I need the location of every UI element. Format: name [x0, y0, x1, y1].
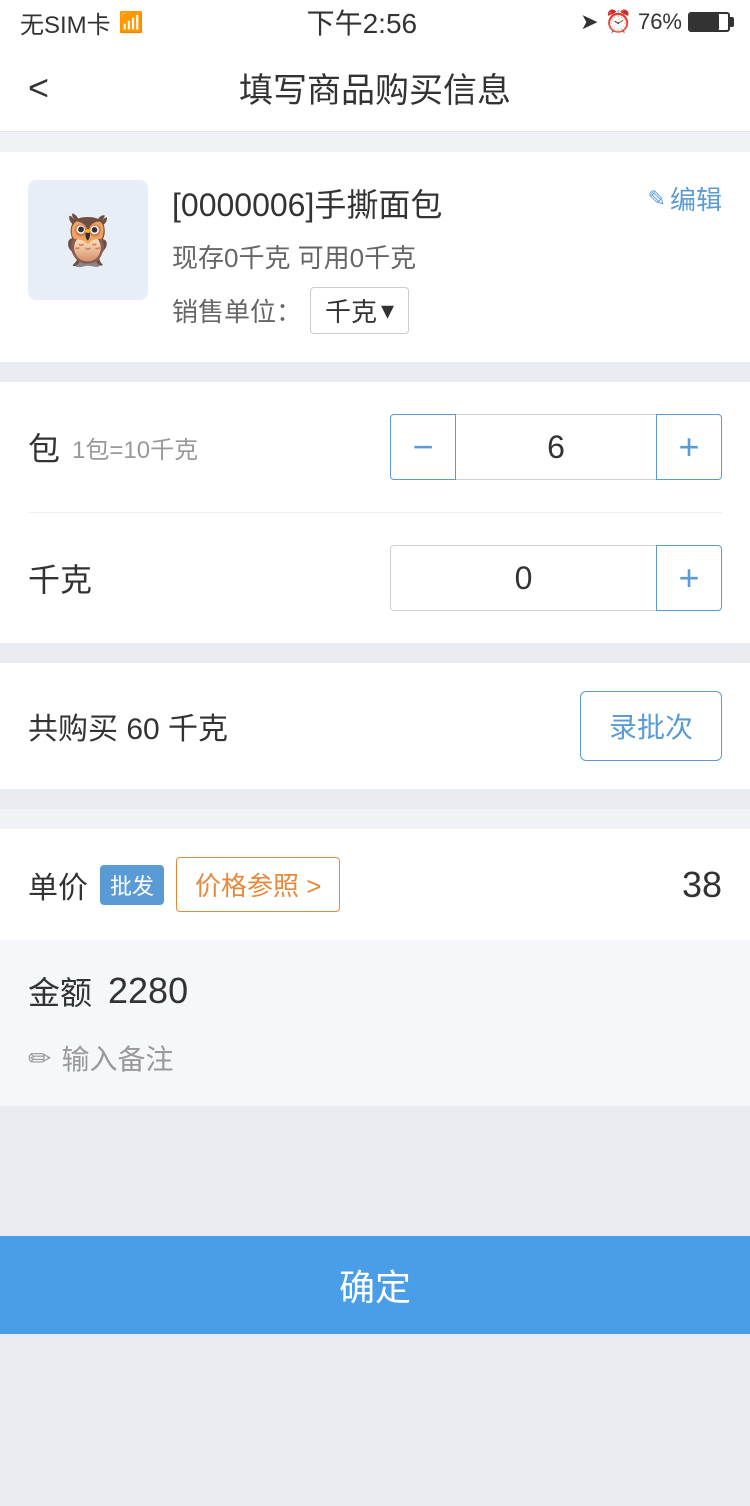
status-left: 无SIM卡 📶: [20, 5, 144, 40]
remark-row[interactable]: ✏ 输入备注: [28, 1038, 722, 1078]
quantity-plus-kg[interactable]: +: [656, 545, 722, 611]
battery-percent: 76%: [638, 9, 682, 35]
product-stock: 现存0千克 可用0千克: [172, 238, 722, 275]
product-card: 🦉 [0000006]手撕面包 ✎ 编辑 现存0千克 可用0千克 销售单位： 千…: [0, 152, 750, 362]
quantity-plus-bao[interactable]: +: [656, 414, 722, 480]
amount-section: 金额 2280 ✏ 输入备注: [0, 940, 750, 1106]
confirm-bar: 确定: [0, 1236, 750, 1334]
product-logo-icon: 🦉: [57, 211, 119, 270]
time-label: 下午2:56: [307, 2, 418, 42]
nav-bar: < 填写商品购买信息: [0, 44, 750, 132]
batch-tag: 批发: [100, 865, 164, 905]
carrier-label: 无SIM卡: [20, 5, 111, 40]
status-right: ➤ ⏰ 76%: [580, 9, 730, 35]
pencil-icon: ✏: [28, 1042, 51, 1075]
amount-value: 2280: [108, 970, 188, 1012]
total-section: 共购买 60 千克 录批次: [0, 663, 750, 789]
quantity-section: 包 1包=10千克 − + 千克 +: [0, 382, 750, 643]
price-ref-button[interactable]: 价格参照 >: [176, 857, 340, 912]
price-section: 单价 批发 价格参照 > 38: [0, 829, 750, 940]
quantity-label-bao: 包 1包=10千克: [28, 424, 198, 470]
wifi-icon: 📶: [119, 10, 144, 35]
quantity-controls-kg: +: [390, 545, 722, 611]
remark-placeholder: 输入备注: [61, 1038, 173, 1078]
quantity-input-bao[interactable]: [456, 414, 656, 480]
product-unit-row: 销售单位： 千克 ▾: [172, 287, 722, 334]
quantity-minus-bao[interactable]: −: [390, 414, 456, 480]
location-icon: ➤: [580, 9, 598, 35]
product-image: 🦉: [28, 180, 148, 300]
amount-row: 金额 2280: [28, 968, 722, 1014]
page-title: 填写商品购买信息: [239, 63, 511, 112]
unit-select[interactable]: 千克 ▾: [310, 287, 409, 334]
section-divider-2: [0, 643, 750, 663]
alarm-icon: ⏰: [605, 9, 632, 35]
product-name: [0000006]手撕面包: [172, 180, 442, 226]
quantity-controls-bao: − +: [390, 414, 722, 480]
quantity-label-kg: 千克: [28, 555, 92, 601]
section-divider-1: [0, 362, 750, 382]
amount-label: 金额: [28, 968, 92, 1014]
total-text: 共购买 60 千克: [28, 704, 228, 748]
quantity-row-kg: 千克 +: [28, 513, 722, 643]
back-button[interactable]: <: [28, 67, 49, 109]
product-info: [0000006]手撕面包 ✎ 编辑 现存0千克 可用0千克 销售单位： 千克 …: [172, 180, 722, 334]
section-divider-3: [0, 789, 750, 809]
price-label: 单价: [28, 863, 88, 907]
record-batch-button[interactable]: 录批次: [580, 691, 722, 761]
confirm-button[interactable]: 确定: [339, 1259, 411, 1311]
battery-icon: [688, 12, 730, 32]
edit-button[interactable]: ✎ 编辑: [648, 180, 722, 217]
price-left: 单价 批发 价格参照 >: [28, 857, 340, 912]
edit-icon: ✎: [648, 186, 666, 212]
quantity-row-bao: 包 1包=10千克 − +: [28, 382, 722, 513]
chevron-down-icon: ▾: [381, 295, 394, 326]
quantity-input-kg[interactable]: [390, 545, 656, 611]
price-value: 38: [682, 864, 722, 906]
status-bar: 无SIM卡 📶 下午2:56 ➤ ⏰ 76%: [0, 0, 750, 44]
